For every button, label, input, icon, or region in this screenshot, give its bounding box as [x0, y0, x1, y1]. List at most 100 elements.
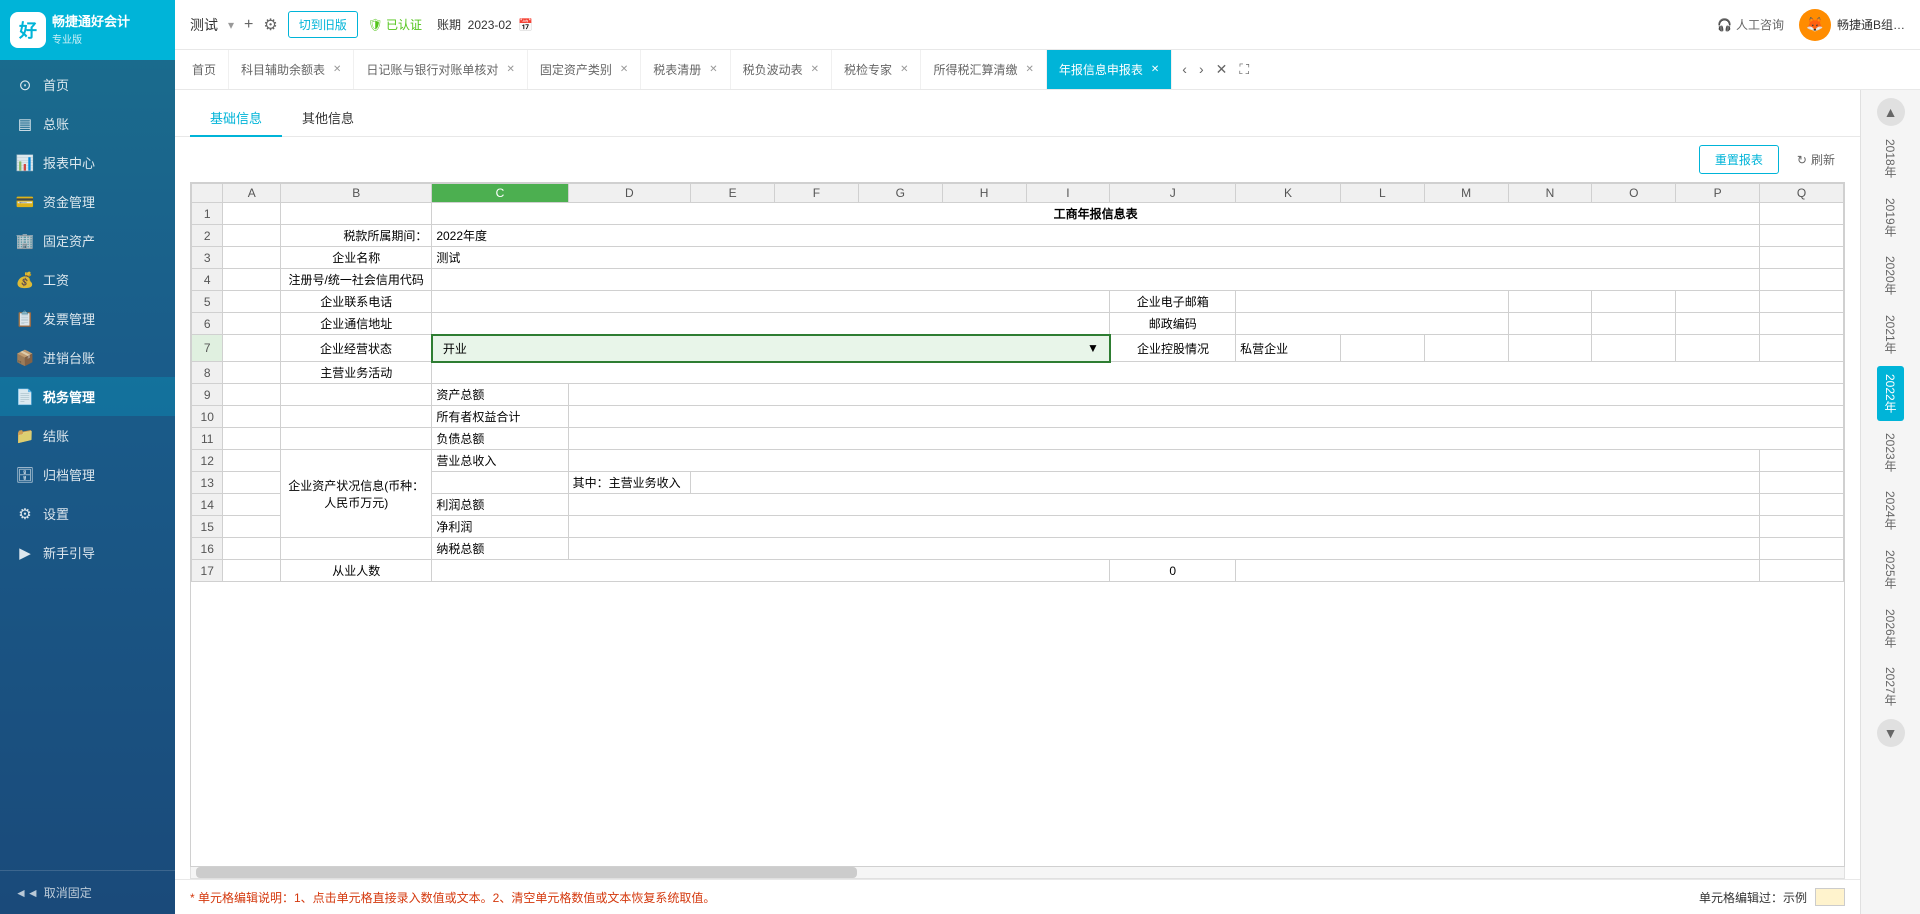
cell-9C[interactable]: 资产总额 [432, 384, 568, 406]
cell-5J[interactable]: 企业电子邮箱 [1110, 291, 1236, 313]
cell-1B[interactable] [281, 203, 432, 225]
sidebar-item-settings[interactable]: ⚙ 设置 [0, 494, 175, 533]
cell-15D[interactable] [568, 516, 1759, 538]
cell-14D[interactable] [568, 494, 1759, 516]
year-item-2025[interactable]: 2025年 [1877, 542, 1904, 597]
col-header-L[interactable]: L [1340, 184, 1424, 203]
cell-5Q[interactable] [1760, 291, 1844, 313]
cell-13A[interactable] [223, 472, 281, 494]
col-header-H[interactable]: H [942, 184, 1026, 203]
cell-7A[interactable] [223, 335, 281, 362]
cell-14Q[interactable] [1760, 494, 1844, 516]
refresh-button[interactable]: ↻ 刷新 [1787, 145, 1845, 174]
cell-16C[interactable]: 纳税总额 [432, 538, 568, 560]
cell-5O[interactable] [1592, 291, 1676, 313]
dropdown-arrow-icon[interactable]: ▼ [1087, 341, 1099, 355]
cell-12Q[interactable] [1760, 450, 1844, 472]
year-item-2022[interactable]: 2022年 [1877, 366, 1904, 421]
cell-8C[interactable] [432, 362, 1844, 384]
horizontal-scrollbar[interactable] [190, 867, 1845, 879]
tab-fixed-assets[interactable]: 固定资产类别 ✕ [528, 50, 641, 90]
cell-9B[interactable] [281, 384, 432, 406]
close-tab-icon[interactable]: ✕ [506, 64, 514, 75]
year-item-2024[interactable]: 2024年 [1877, 483, 1904, 538]
sidebar-item-invoice[interactable]: 📋 发票管理 [0, 299, 175, 338]
col-header-N[interactable]: N [1508, 184, 1592, 203]
settings-gear-icon[interactable]: ⚙ [263, 15, 277, 35]
cell-12B-merged[interactable]: 企业资产状况信息(币种：人民币万元) [281, 450, 432, 538]
cell-4Q[interactable] [1760, 269, 1844, 291]
cell-12A[interactable] [223, 450, 281, 472]
user-info[interactable]: 🦊 畅捷通B组… [1799, 9, 1905, 41]
cell-1Q[interactable] [1760, 203, 1844, 225]
col-header-I[interactable]: I [1026, 184, 1110, 203]
add-tab-button[interactable]: + [244, 16, 253, 34]
cell-13E[interactable] [691, 472, 1760, 494]
cell-17K[interactable] [1236, 560, 1760, 582]
tab-auxiliary[interactable]: 科目辅助余额表 ✕ [229, 50, 354, 90]
cell-15A[interactable] [223, 516, 281, 538]
spreadsheet-container[interactable]: A B C D E F G H I J K L M [190, 182, 1845, 867]
tab-prev-icon[interactable]: ‹ [1177, 59, 1192, 80]
sidebar-item-archive[interactable]: 🗄 归档管理 [0, 455, 175, 494]
col-header-P[interactable]: P [1676, 184, 1760, 203]
cell-13D[interactable]: 其中：主营业务收入 [568, 472, 691, 494]
year-item-2019[interactable]: 2019年 [1877, 190, 1904, 245]
sidebar-item-salary[interactable]: 💰 工资 [0, 260, 175, 299]
consult-button[interactable]: 🎧 人工咨询 [1717, 16, 1784, 33]
sub-tab-basic[interactable]: 基础信息 [190, 100, 282, 137]
cell-10D[interactable] [568, 406, 1843, 428]
cell-1A[interactable] [223, 203, 281, 225]
sidebar-item-funds[interactable]: 💳 资金管理 [0, 182, 175, 221]
cell-2Q[interactable] [1760, 225, 1844, 247]
cell-2C[interactable]: 2022年度 [432, 225, 1760, 247]
tab-income-tax[interactable]: 所得税汇算清缴 ✕ [921, 50, 1046, 90]
sidebar-item-tax[interactable]: 📄 税务管理 [0, 377, 175, 416]
col-header-D[interactable]: D [568, 184, 691, 203]
cell-4C[interactable] [432, 269, 1760, 291]
cell-7L[interactable] [1340, 335, 1424, 362]
reset-report-button[interactable]: 重置报表 [1699, 145, 1779, 174]
col-header-Q[interactable]: Q [1760, 184, 1844, 203]
cell-7J[interactable]: 企业控股情况 [1110, 335, 1236, 362]
tab-tax-expert[interactable]: 税检专家 ✕ [832, 50, 921, 90]
cell-17J[interactable]: 0 [1110, 560, 1236, 582]
cell-14C[interactable]: 利润总额 [432, 494, 568, 516]
cell-7B[interactable]: 企业经营状态 [281, 335, 432, 362]
col-header-C[interactable]: C [432, 184, 568, 203]
close-tab-icon[interactable]: ✕ [900, 64, 908, 75]
unpin-button[interactable]: ◄◄ 取消固定 [15, 879, 160, 906]
tab-tax-register[interactable]: 税表清册 ✕ [641, 50, 730, 90]
cell-4A[interactable] [223, 269, 281, 291]
calendar-icon[interactable]: 📅 [518, 18, 533, 32]
sidebar-item-closing[interactable]: 📁 结账 [0, 416, 175, 455]
col-header-E[interactable]: E [691, 184, 775, 203]
cell-3A[interactable] [223, 247, 281, 269]
cell-6Q[interactable] [1760, 313, 1844, 335]
sidebar-item-sales[interactable]: 📦 进销台账 [0, 338, 175, 377]
col-header-F[interactable]: F [775, 184, 859, 203]
cell-11D[interactable] [568, 428, 1843, 450]
col-header-O[interactable]: O [1592, 184, 1676, 203]
cell-6A[interactable] [223, 313, 281, 335]
cell-9A[interactable] [223, 384, 281, 406]
col-header-M[interactable]: M [1424, 184, 1508, 203]
cell-13C[interactable] [432, 472, 568, 494]
cell-5K[interactable] [1236, 291, 1508, 313]
tab-expand-icon[interactable]: ⛶ [1234, 59, 1254, 80]
cell-15Q[interactable] [1760, 516, 1844, 538]
year-item-2026[interactable]: 2026年 [1877, 601, 1904, 656]
close-tab-icon[interactable]: ✕ [1025, 64, 1033, 75]
cell-17Q[interactable] [1760, 560, 1844, 582]
cell-17A[interactable] [223, 560, 281, 582]
cell-17B[interactable]: 从业人数 [281, 560, 432, 582]
sidebar-item-home[interactable]: ⊙ 首页 [0, 65, 175, 104]
sub-tab-other[interactable]: 其他信息 [282, 100, 374, 137]
cell-2A[interactable] [223, 225, 281, 247]
cell-16Q[interactable] [1760, 538, 1844, 560]
cell-6B[interactable]: 企业通信地址 [281, 313, 432, 335]
cell-6P[interactable] [1676, 313, 1760, 335]
cell-12C[interactable]: 营业总收入 [432, 450, 568, 472]
close-tab-icon[interactable]: ✕ [709, 64, 717, 75]
cell-7O[interactable] [1592, 335, 1676, 362]
